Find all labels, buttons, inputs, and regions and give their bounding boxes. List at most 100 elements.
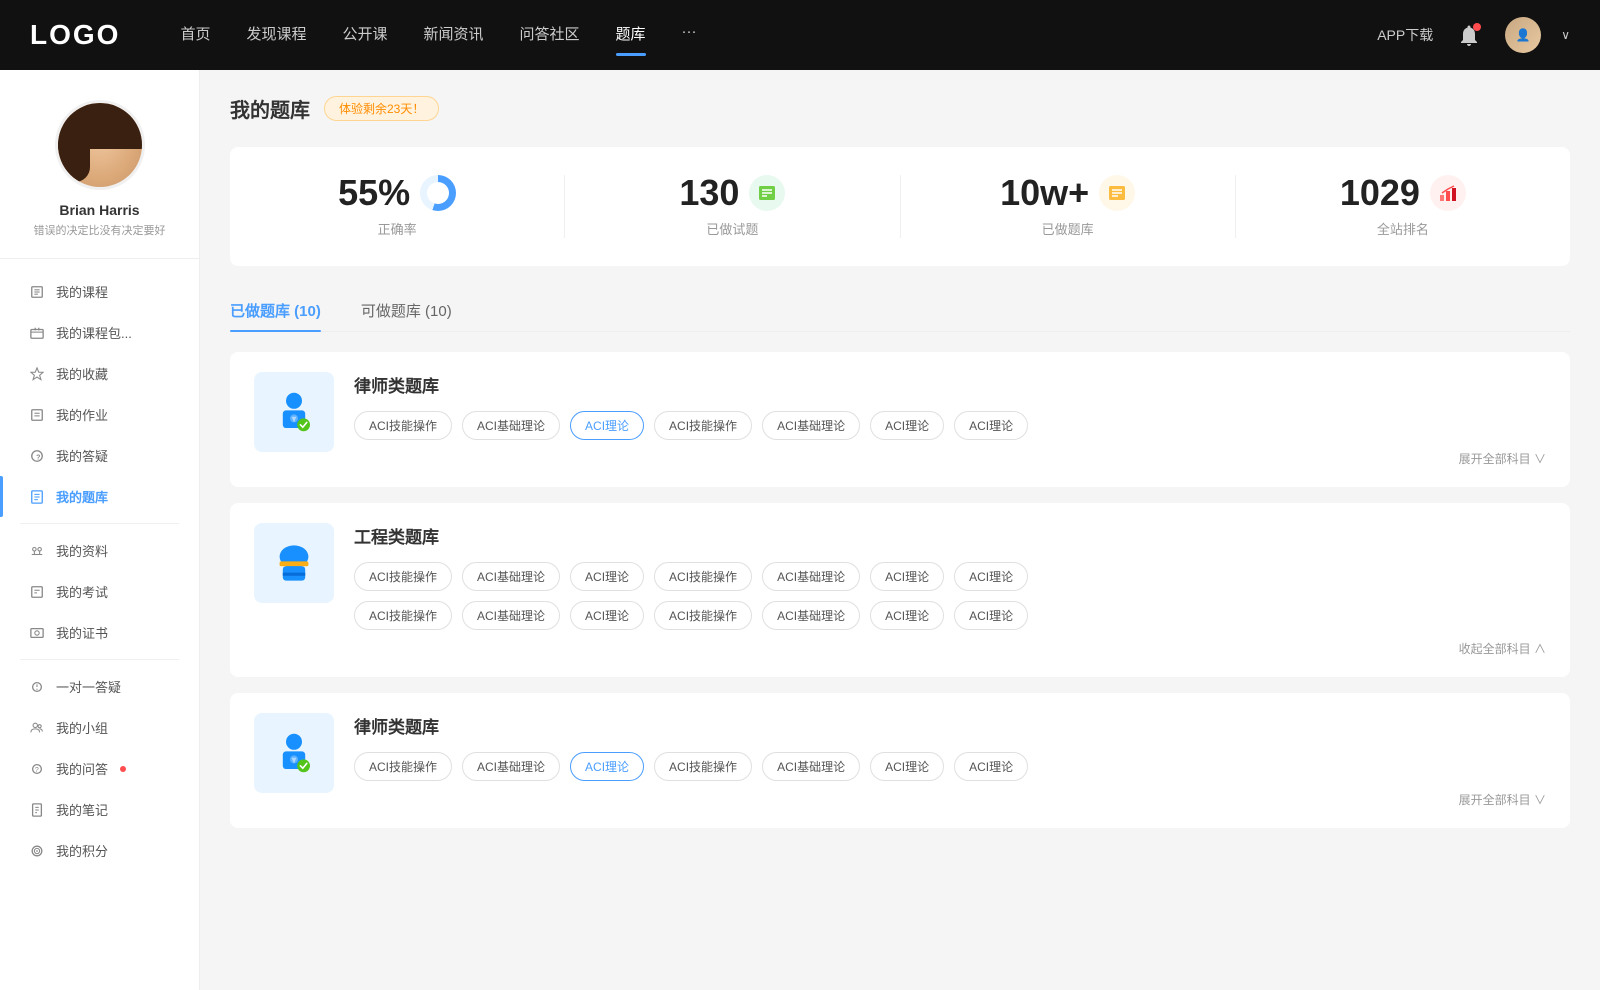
tag-e-1-3[interactable]: ACI理论 [570,562,644,591]
tab-available[interactable]: 可做题库 (10) [361,290,452,331]
menu-course-package[interactable]: 我的课程包... [0,312,199,353]
nav-discover[interactable]: 发现课程 [246,23,306,48]
category-body-lawyer-1: 律师类题库 ACI技能操作 ACI基础理论 ACI理论 ACI技能操作 ACI基… [354,372,1546,467]
tag-e-2-6[interactable]: ACI理论 [870,601,944,630]
nav-open-course[interactable]: 公开课 [342,23,387,48]
package-icon [28,326,46,340]
menu-homework[interactable]: 我的作业 [0,394,199,435]
menu-my-certificate[interactable]: 我的证书 [0,612,199,653]
nav-qa[interactable]: 问答社区 [520,23,580,48]
tag-l1-7[interactable]: ACI理论 [954,411,1028,440]
tag-l1-1[interactable]: ACI技能操作 [354,411,452,440]
menu-divider-2 [20,659,179,660]
avatar-face [58,103,142,187]
tag-l1-2[interactable]: ACI基础理论 [462,411,560,440]
tag-l2-5[interactable]: ACI基础理论 [762,752,860,781]
menu-my-exam[interactable]: 我的考试 [0,571,199,612]
menu-my-notes[interactable]: 我的笔记 [0,789,199,830]
tag-e-2-4[interactable]: ACI技能操作 [654,601,752,630]
page-header: 我的题库 体验剩余23天！ [230,94,1570,123]
app-download-button[interactable]: APP下载 [1377,25,1433,45]
star-icon [28,367,46,381]
expand-link-lawyer-1[interactable]: 展开全部科目 ∨ [354,450,1546,467]
stat-accuracy: 55% 正确率 [230,175,565,238]
tag-l2-4[interactable]: ACI技能操作 [654,752,752,781]
tag-e-1-2[interactable]: ACI基础理论 [462,562,560,591]
nav-more[interactable]: ··· [682,23,697,48]
stat-banks-done: 10w+ 已做题库 [901,175,1236,238]
category-card-lawyer-2: 律师类题库 ACI技能操作 ACI基础理论 ACI理论 ACI技能操作 ACI基… [230,693,1570,828]
tag-l2-1[interactable]: ACI技能操作 [354,752,452,781]
navbar: LOGO 首页 发现课程 公开课 新闻资讯 问答社区 题库 ··· APP下载 … [0,0,1600,70]
question-bank-icon [28,490,46,504]
menu-my-questions[interactable]: ? 我的问答 [0,748,199,789]
menu-my-data[interactable]: 我的资料 [0,530,199,571]
tag-e-1-1[interactable]: ACI技能操作 [354,562,452,591]
tag-e-1-7[interactable]: ACI理论 [954,562,1028,591]
user-name: Brian Harris [59,202,139,218]
user-dropdown-arrow[interactable]: ∨ [1561,28,1570,42]
nav-menu: 首页 发现课程 公开课 新闻资讯 问答社区 题库 ··· [180,23,1377,48]
tag-l2-6[interactable]: ACI理论 [870,752,944,781]
svg-text:?: ? [36,454,40,461]
tag-e-2-2[interactable]: ACI基础理论 [462,601,560,630]
one-on-one-icon [28,680,46,694]
tag-l2-3[interactable]: ACI理论 [570,752,644,781]
menu-one-on-one[interactable]: 一对一答疑 [0,666,199,707]
tag-l2-2[interactable]: ACI基础理论 [462,752,560,781]
logo[interactable]: LOGO [30,19,120,51]
stat-questions-done: 130 已做试题 [565,175,900,238]
collapse-link-engineer[interactable]: 收起全部科目 ∧ [354,640,1546,657]
tag-l1-5[interactable]: ACI基础理论 [762,411,860,440]
profile-avatar[interactable] [55,100,145,190]
tag-e-2-1[interactable]: ACI技能操作 [354,601,452,630]
menu-my-certificate-label: 我的证书 [56,623,108,642]
tag-e-1-5[interactable]: ACI基础理论 [762,562,860,591]
stat-banks-label: 已做题库 [1042,219,1094,238]
tag-e-2-3[interactable]: ACI理论 [570,601,644,630]
stat-accuracy-number: 55% [338,175,410,211]
donut-chart [420,175,456,211]
menu-favorites[interactable]: 我的收藏 [0,353,199,394]
tag-e-1-6[interactable]: ACI理论 [870,562,944,591]
engineer-icon [254,523,334,603]
user-avatar-nav[interactable]: 👤 [1505,17,1541,53]
stat-banks-done-top: 10w+ [1000,175,1135,211]
stat-rank-top: 1029 [1340,175,1466,211]
tag-e-2-5[interactable]: ACI基础理论 [762,601,860,630]
menu-my-courses[interactable]: 我的课程 [0,271,199,312]
menu-homework-label: 我的作业 [56,405,108,424]
notification-bell[interactable] [1453,19,1485,51]
questions-icon: ? [28,762,46,776]
nav-news[interactable]: 新闻资讯 [424,23,484,48]
notification-badge [1473,23,1481,31]
tag-e-1-4[interactable]: ACI技能操作 [654,562,752,591]
stat-banks-number: 10w+ [1000,175,1089,211]
stat-questions-done-top: 130 [679,175,785,211]
tag-l1-4[interactable]: ACI技能操作 [654,411,752,440]
tag-l2-7[interactable]: ACI理论 [954,752,1028,781]
tab-done[interactable]: 已做题库 (10) [230,290,321,331]
tags-row-lawyer-1: ACI技能操作 ACI基础理论 ACI理论 ACI技能操作 ACI基础理论 AC… [354,411,1546,440]
tag-e-2-7[interactable]: ACI理论 [954,601,1028,630]
expand-link-lawyer-2[interactable]: 展开全部科目 ∨ [354,791,1546,808]
menu-my-group[interactable]: 我的小组 [0,707,199,748]
tag-l1-6[interactable]: ACI理论 [870,411,944,440]
nav-home[interactable]: 首页 [180,23,210,48]
nav-question-bank[interactable]: 题库 [616,23,646,48]
menu-question-bank[interactable]: 我的题库 [0,476,199,517]
page-title: 我的题库 [230,94,310,123]
questions-done-icon [749,175,785,211]
course-icon [28,285,46,299]
tag-l1-3[interactable]: ACI理论 [570,411,644,440]
menu-qa-answer[interactable]: ? 我的答疑 [0,435,199,476]
menu-my-points[interactable]: 我的积分 [0,830,199,871]
avatar-hair-side [55,142,90,182]
menu-my-points-label: 我的积分 [56,841,108,860]
main-layout: Brian Harris 错误的决定比没有决定要好 我的课程 我的课程包... [0,70,1600,990]
homework-icon [28,408,46,422]
category-body-lawyer-2: 律师类题库 ACI技能操作 ACI基础理论 ACI理论 ACI技能操作 ACI基… [354,713,1546,808]
donut-hole [427,182,449,204]
questions-dot [120,766,126,772]
qa-icon: ? [28,449,46,463]
